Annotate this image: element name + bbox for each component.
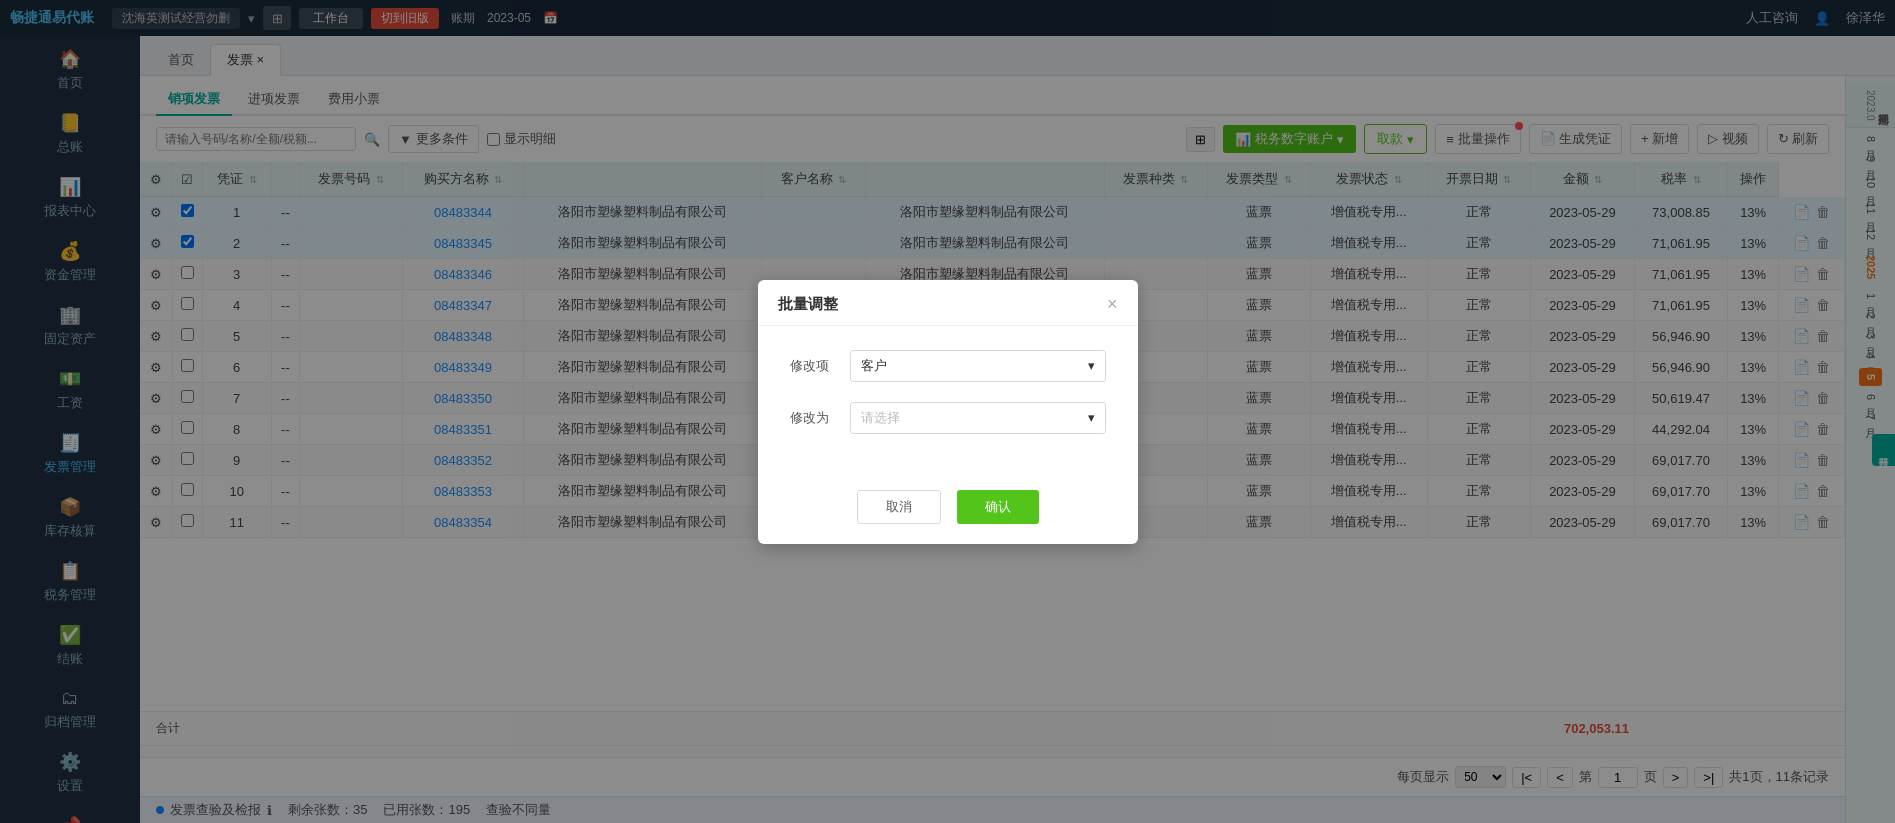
value-placeholder: 请选择 — [861, 409, 900, 427]
modal-close-button[interactable]: × — [1107, 294, 1118, 315]
value-select[interactable]: 请选择 ▾ — [850, 402, 1106, 434]
modal-title: 批量调整 — [778, 295, 838, 314]
confirm-button[interactable]: 确认 — [957, 490, 1039, 524]
field-value: 客户 — [861, 357, 887, 375]
field-label: 修改项 — [790, 357, 850, 375]
modal-footer: 取消 确认 — [758, 478, 1138, 544]
form-row-field: 修改项 客户 ▾ — [790, 350, 1106, 382]
field-arrow-icon: ▾ — [1088, 358, 1095, 373]
batch-adjust-modal: 批量调整 × 修改项 客户 ▾ 修改为 请选择 ▾ 取消 确认 — [758, 280, 1138, 544]
modal-header: 批量调整 × — [758, 280, 1138, 326]
modal-body: 修改项 客户 ▾ 修改为 请选择 ▾ — [758, 326, 1138, 478]
modal-overlay[interactable]: 批量调整 × 修改项 客户 ▾ 修改为 请选择 ▾ 取消 确认 — [0, 0, 1895, 823]
field-select[interactable]: 客户 ▾ — [850, 350, 1106, 382]
value-label: 修改为 — [790, 409, 850, 427]
value-arrow-icon: ▾ — [1088, 410, 1095, 425]
form-row-value: 修改为 请选择 ▾ — [790, 402, 1106, 434]
cancel-button[interactable]: 取消 — [857, 490, 941, 524]
